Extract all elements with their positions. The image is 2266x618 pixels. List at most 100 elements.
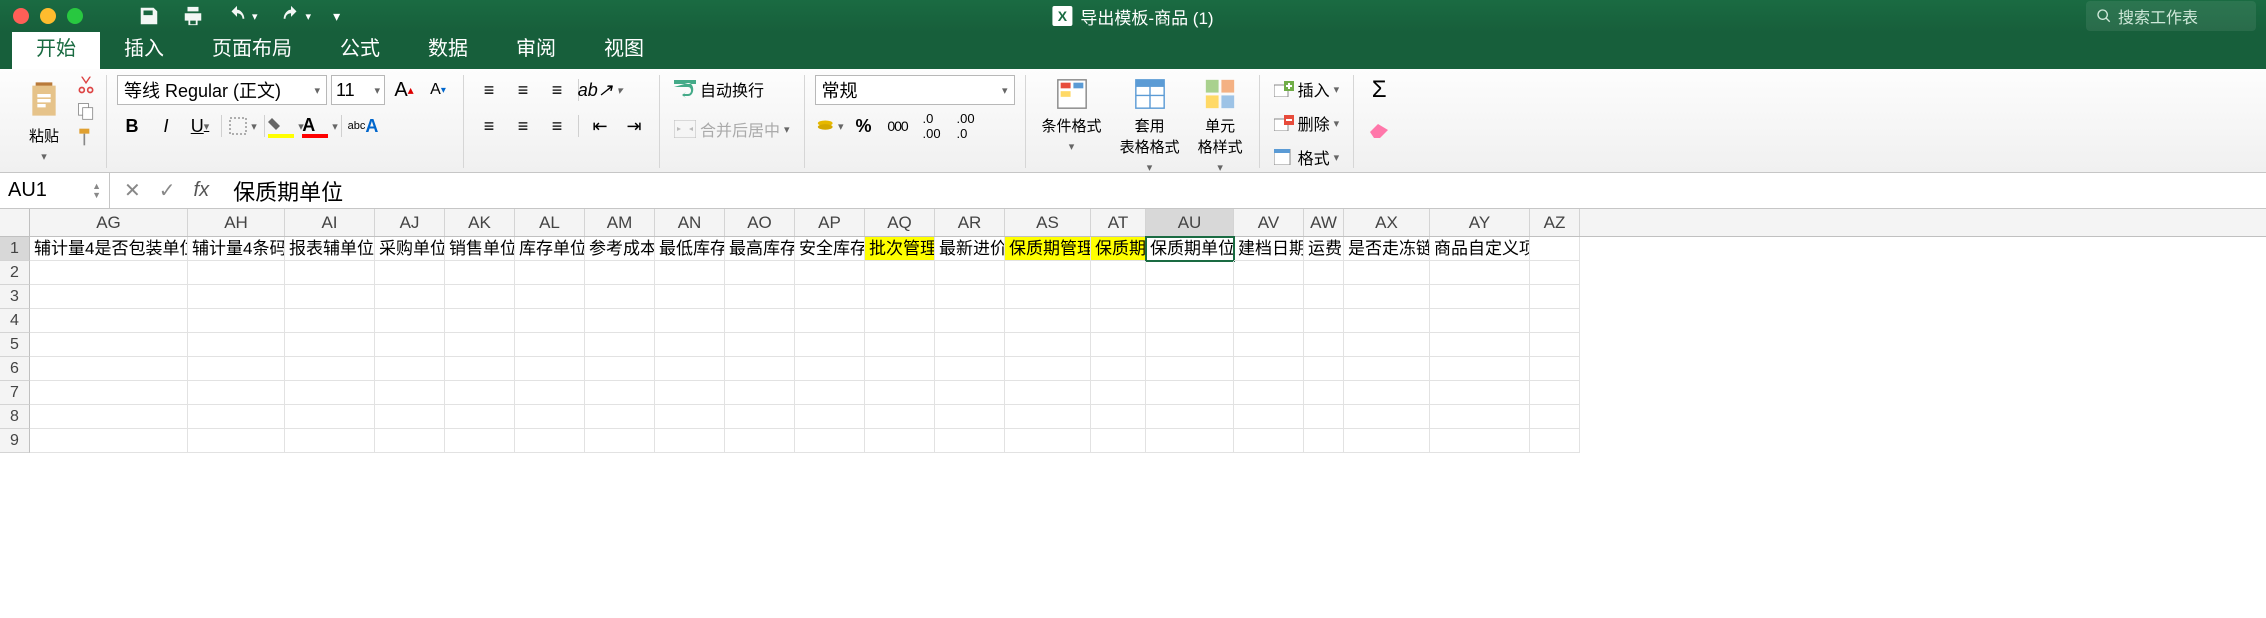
column-header-AG[interactable]: AG [30,209,188,236]
cell[interactable] [30,405,188,429]
cell[interactable] [285,357,375,381]
cell[interactable] [375,381,445,405]
number-format-select[interactable]: 常规 [815,75,1015,105]
cell[interactable]: 参考成本 [585,237,655,261]
column-header-AI[interactable]: AI [285,209,375,236]
cell[interactable] [585,333,655,357]
font-color-button[interactable]: A [305,111,335,141]
cell[interactable]: 辅计量4是否包装单位 [30,237,188,261]
close-window-icon[interactable] [13,8,29,24]
cell[interactable]: 商品自定义项 [1430,237,1530,261]
row-header[interactable]: 8 [0,405,30,429]
cell[interactable] [188,333,285,357]
cell[interactable] [655,261,725,285]
column-header-AJ[interactable]: AJ [375,209,445,236]
column-header-AH[interactable]: AH [188,209,285,236]
cell[interactable] [935,429,1005,453]
underline-button[interactable]: U▾ [185,111,215,141]
cell[interactable] [1530,429,1580,453]
cell[interactable] [585,357,655,381]
cell[interactable] [585,405,655,429]
italic-button[interactable]: I [151,111,181,141]
cell[interactable] [1234,261,1304,285]
cell[interactable] [30,357,188,381]
cell[interactable] [30,333,188,357]
column-header-AQ[interactable]: AQ [865,209,935,236]
cell[interactable] [515,261,585,285]
decrease-indent-icon[interactable]: ⇤ [585,111,615,141]
cell[interactable] [445,405,515,429]
cell[interactable] [1146,381,1234,405]
cell[interactable] [285,381,375,405]
select-all-corner[interactable] [0,209,30,236]
currency-icon[interactable] [815,111,845,141]
cell[interactable] [188,357,285,381]
cell[interactable] [725,429,795,453]
column-header-AZ[interactable]: AZ [1530,209,1580,236]
cell[interactable] [30,309,188,333]
percent-icon[interactable]: % [849,111,879,141]
column-header-AP[interactable]: AP [795,209,865,236]
cell[interactable] [1304,333,1344,357]
cell[interactable] [375,285,445,309]
align-top-icon[interactable]: ≡ [474,75,504,105]
cell[interactable] [1146,285,1234,309]
increase-indent-icon[interactable]: ⇥ [619,111,649,141]
cell[interactable] [1344,261,1430,285]
cell[interactable] [655,429,725,453]
phonetic-guide-icon[interactable]: abcA [348,111,378,141]
cell[interactable] [1005,357,1091,381]
cell[interactable] [188,429,285,453]
cell[interactable] [1304,381,1344,405]
column-header-AR[interactable]: AR [935,209,1005,236]
cell[interactable] [725,333,795,357]
row-header[interactable]: 4 [0,309,30,333]
cell[interactable] [188,405,285,429]
format-painter-icon[interactable] [76,127,96,147]
format-as-table-button[interactable]: 套用 表格格式▾ [1114,75,1186,176]
cell[interactable] [795,309,865,333]
cell[interactable] [935,405,1005,429]
cell[interactable] [655,285,725,309]
cell[interactable] [865,357,935,381]
cell[interactable] [1005,309,1091,333]
cell[interactable] [865,333,935,357]
cell[interactable]: 采购单位 [375,237,445,261]
cell[interactable] [585,285,655,309]
cell[interactable] [935,285,1005,309]
column-header-AT[interactable]: AT [1091,209,1146,236]
cell[interactable] [935,261,1005,285]
cell[interactable] [865,405,935,429]
paste-button[interactable]: 粘贴 ▾ [18,75,70,165]
cell[interactable]: 报表辅单位 [285,237,375,261]
cell[interactable] [935,333,1005,357]
cell[interactable] [655,405,725,429]
cell[interactable] [1146,405,1234,429]
align-bottom-icon[interactable]: ≡ [542,75,572,105]
cell[interactable] [285,405,375,429]
align-right-icon[interactable]: ≡ [542,111,572,141]
cell[interactable]: 是否走冻链 [1344,237,1430,261]
cell-styles-button[interactable]: 单元 格样式▾ [1192,75,1249,176]
cell[interactable] [1091,381,1146,405]
cell[interactable]: 建档日期 [1234,237,1304,261]
column-header-AK[interactable]: AK [445,209,515,236]
cell[interactable] [375,405,445,429]
cell[interactable] [725,405,795,429]
cell[interactable] [1530,381,1580,405]
cell[interactable] [1304,285,1344,309]
cell[interactable] [865,429,935,453]
cell[interactable] [515,381,585,405]
cell[interactable] [935,381,1005,405]
cell[interactable] [1344,333,1430,357]
cell[interactable] [1234,285,1304,309]
cell[interactable] [585,309,655,333]
cell[interactable]: 销售单位 [445,237,515,261]
cell[interactable] [1430,429,1530,453]
cell[interactable]: 最高库存 [725,237,795,261]
qat-customize-icon[interactable]: ▾ [333,8,340,25]
cell[interactable] [795,429,865,453]
cell[interactable] [585,429,655,453]
cell[interactable] [1430,285,1530,309]
accept-formula-icon[interactable]: ✓ [159,178,176,203]
